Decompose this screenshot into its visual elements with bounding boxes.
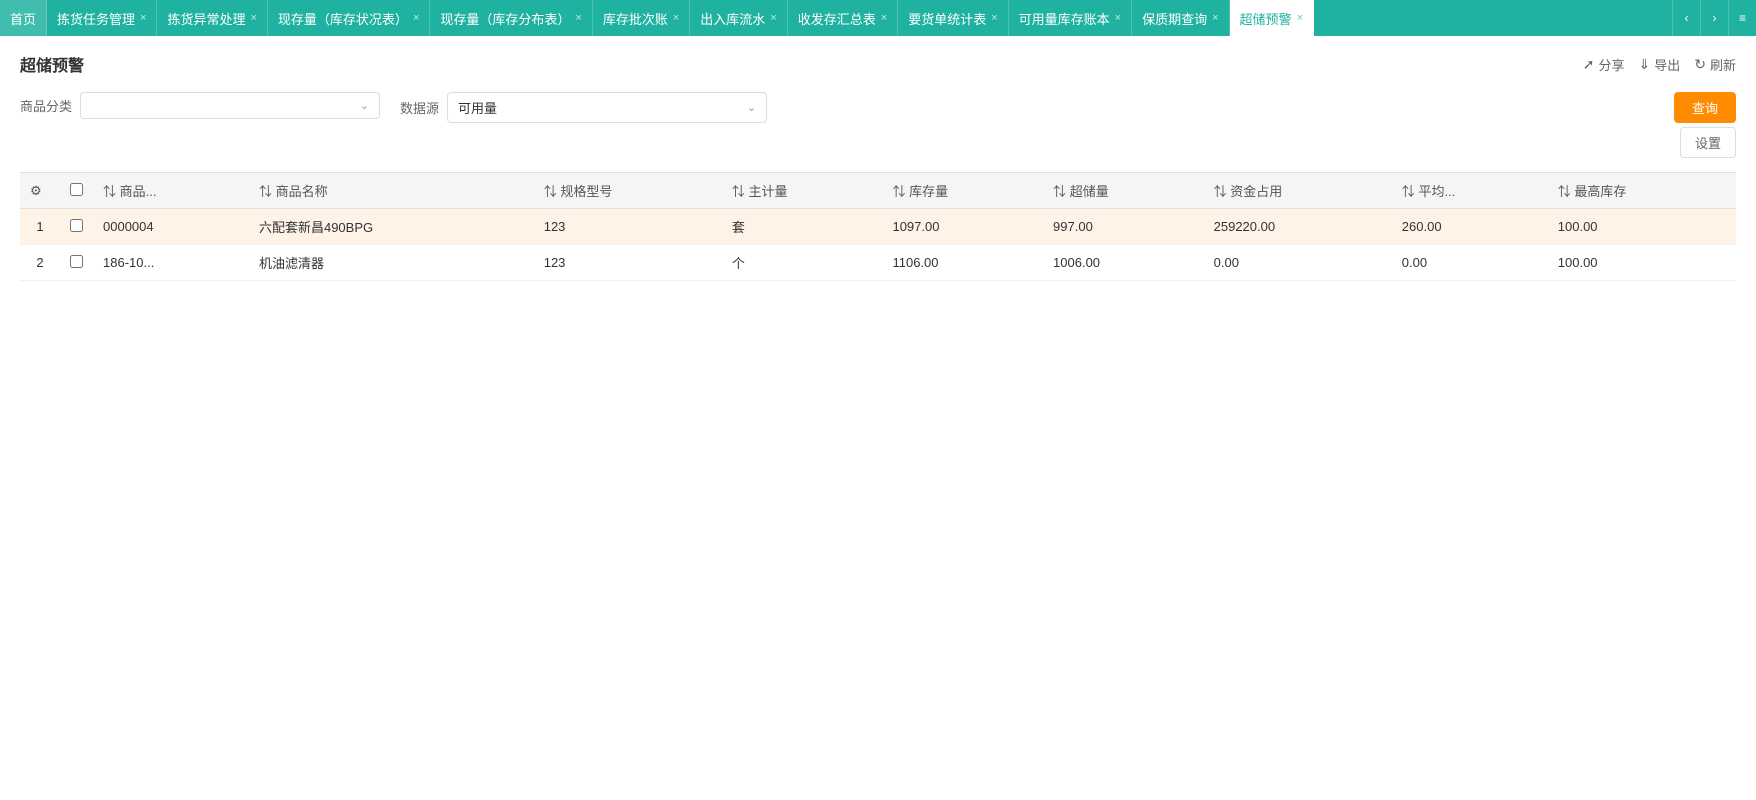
row-code: 0000004 (93, 209, 249, 245)
nav-item-stock-dist[interactable]: 现存量（库存分布表） × (430, 0, 592, 36)
page-title: 超储预警 (20, 52, 84, 76)
page-header: 超储预警 ➚ 分享 ⇓ 导出 ↻ 刷新 (20, 52, 1736, 76)
row-avg: 0.00 (1392, 245, 1548, 281)
row-code: 186-10... (93, 245, 249, 281)
datasource-select[interactable]: 可用量 ⌄ (447, 92, 767, 123)
nav-item-available[interactable]: 可用量库存账本 × (1009, 0, 1132, 36)
settings-button[interactable]: 设置 (1680, 127, 1736, 158)
chevron-down-icon: ⌄ (747, 101, 756, 114)
chevron-down-icon: ⌄ (360, 99, 369, 112)
row-name: 机油滤清器 (249, 245, 534, 281)
th-maxstock[interactable]: ⇅ 最高库存 (1548, 173, 1736, 209)
datasource-filter: 数据源 可用量 ⌄ (400, 92, 767, 123)
nav-item-overstorage[interactable]: 超储预警 × (1230, 0, 1314, 36)
th-checkbox (60, 173, 93, 209)
table-header-row: ⚙ ⇅ 商品... ⇅ 商品名称 ⇅ 规格型号 ⇅ 主计量 ⇅ (20, 173, 1736, 209)
row-maxstock: 100.00 (1548, 245, 1736, 281)
row-checkbox-cell (60, 209, 93, 245)
close-icon[interactable]: × (991, 12, 997, 24)
row-checkbox[interactable] (70, 219, 83, 232)
th-unit[interactable]: ⇅ 主计量 (722, 173, 883, 209)
table-body: 1 0000004 六配套新昌490BPG 123 套 1097.00 997.… (20, 209, 1736, 281)
row-unit: 个 (722, 245, 883, 281)
row-spec: 123 (534, 245, 722, 281)
close-icon[interactable]: × (413, 12, 419, 24)
page-content: 超储预警 ➚ 分享 ⇓ 导出 ↻ 刷新 商品分类 ⌄ 数据源 (0, 36, 1756, 800)
nav-item-home[interactable]: 首页 (0, 0, 47, 36)
share-icon: ➚ (1583, 56, 1595, 73)
header-actions: ➚ 分享 ⇓ 导出 ↻ 刷新 (1583, 55, 1736, 74)
row-unit: 套 (722, 209, 883, 245)
close-icon[interactable]: × (1297, 12, 1303, 24)
close-icon[interactable]: × (575, 12, 581, 24)
th-gear: ⚙ (20, 173, 60, 209)
th-capital[interactable]: ⇅ 资金占用 (1204, 173, 1392, 209)
data-table: ⚙ ⇅ 商品... ⇅ 商品名称 ⇅ 规格型号 ⇅ 主计量 ⇅ (20, 172, 1736, 281)
category-filter: 商品分类 ⌄ (20, 92, 380, 119)
nav-item-exception[interactable]: 拣货异常处理 × (157, 0, 267, 36)
nav-more-button[interactable]: ≡ (1728, 0, 1756, 36)
nav-item-stock-status[interactable]: 现存量（库存状况表） × (268, 0, 430, 36)
th-name[interactable]: ⇅ 商品名称 (249, 173, 534, 209)
th-avg[interactable]: ⇅ 平均... (1392, 173, 1548, 209)
gear-icon[interactable]: ⚙ (30, 183, 42, 198)
export-button[interactable]: ⇓ 导出 (1639, 55, 1681, 74)
category-label: 商品分类 (20, 96, 72, 115)
row-overstorage: 1006.00 (1043, 245, 1204, 281)
select-all-checkbox[interactable] (70, 183, 83, 196)
nav-item-task[interactable]: 拣货任务管理 × (47, 0, 157, 36)
query-button[interactable]: 查询 (1674, 92, 1736, 123)
category-select[interactable]: ⌄ (80, 92, 380, 119)
nav-next-button[interactable]: › (1700, 0, 1728, 36)
row-capital: 0.00 (1204, 245, 1392, 281)
close-icon[interactable]: × (673, 12, 679, 24)
row-checkbox[interactable] (70, 255, 83, 268)
share-button[interactable]: ➚ 分享 (1583, 55, 1625, 74)
close-icon[interactable]: × (250, 12, 256, 24)
close-icon[interactable]: × (1115, 12, 1121, 24)
row-num: 2 (20, 245, 60, 281)
row-num: 1 (20, 209, 60, 245)
th-overstorage[interactable]: ⇅ 超储量 (1043, 173, 1204, 209)
close-icon[interactable]: × (140, 12, 146, 24)
row-checkbox-cell (60, 245, 93, 281)
close-icon[interactable]: × (1212, 12, 1218, 24)
th-spec[interactable]: ⇅ 规格型号 (534, 173, 722, 209)
nav-item-inout[interactable]: 出入库流水 × (690, 0, 787, 36)
close-icon[interactable]: × (770, 12, 776, 24)
nav-prev-button[interactable]: ‹ (1672, 0, 1700, 36)
nav-item-purchase-stats[interactable]: 要货单统计表 × (898, 0, 1008, 36)
filter-actions: 查询 设置 (1674, 92, 1736, 158)
nav-item-summary[interactable]: 收发存汇总表 × (788, 0, 898, 36)
datasource-label: 数据源 (400, 98, 439, 117)
th-stock[interactable]: ⇅ 库存量 (882, 173, 1043, 209)
row-spec: 123 (534, 209, 722, 245)
row-avg: 260.00 (1392, 209, 1548, 245)
row-overstorage: 997.00 (1043, 209, 1204, 245)
export-icon: ⇓ (1639, 56, 1651, 73)
row-name: 六配套新昌490BPG (249, 209, 534, 245)
row-maxstock: 100.00 (1548, 209, 1736, 245)
row-stock: 1097.00 (882, 209, 1043, 245)
nav-item-batch[interactable]: 库存批次账 × (593, 0, 690, 36)
refresh-button[interactable]: ↻ 刷新 (1694, 55, 1736, 74)
nav-bar: 首页 拣货任务管理 × 拣货异常处理 × 现存量（库存状况表） × 现存量（库存… (0, 0, 1756, 36)
row-capital: 259220.00 (1204, 209, 1392, 245)
close-icon[interactable]: × (881, 12, 887, 24)
refresh-icon: ↻ (1694, 56, 1706, 73)
nav-arrows: ‹ › ≡ (1672, 0, 1756, 36)
th-code[interactable]: ⇅ 商品... (93, 173, 249, 209)
nav-item-expiry[interactable]: 保质期查询 × (1132, 0, 1229, 36)
table-row: 1 0000004 六配套新昌490BPG 123 套 1097.00 997.… (20, 209, 1736, 245)
table-row: 2 186-10... 机油滤清器 123 个 1106.00 1006.00 … (20, 245, 1736, 281)
row-stock: 1106.00 (882, 245, 1043, 281)
